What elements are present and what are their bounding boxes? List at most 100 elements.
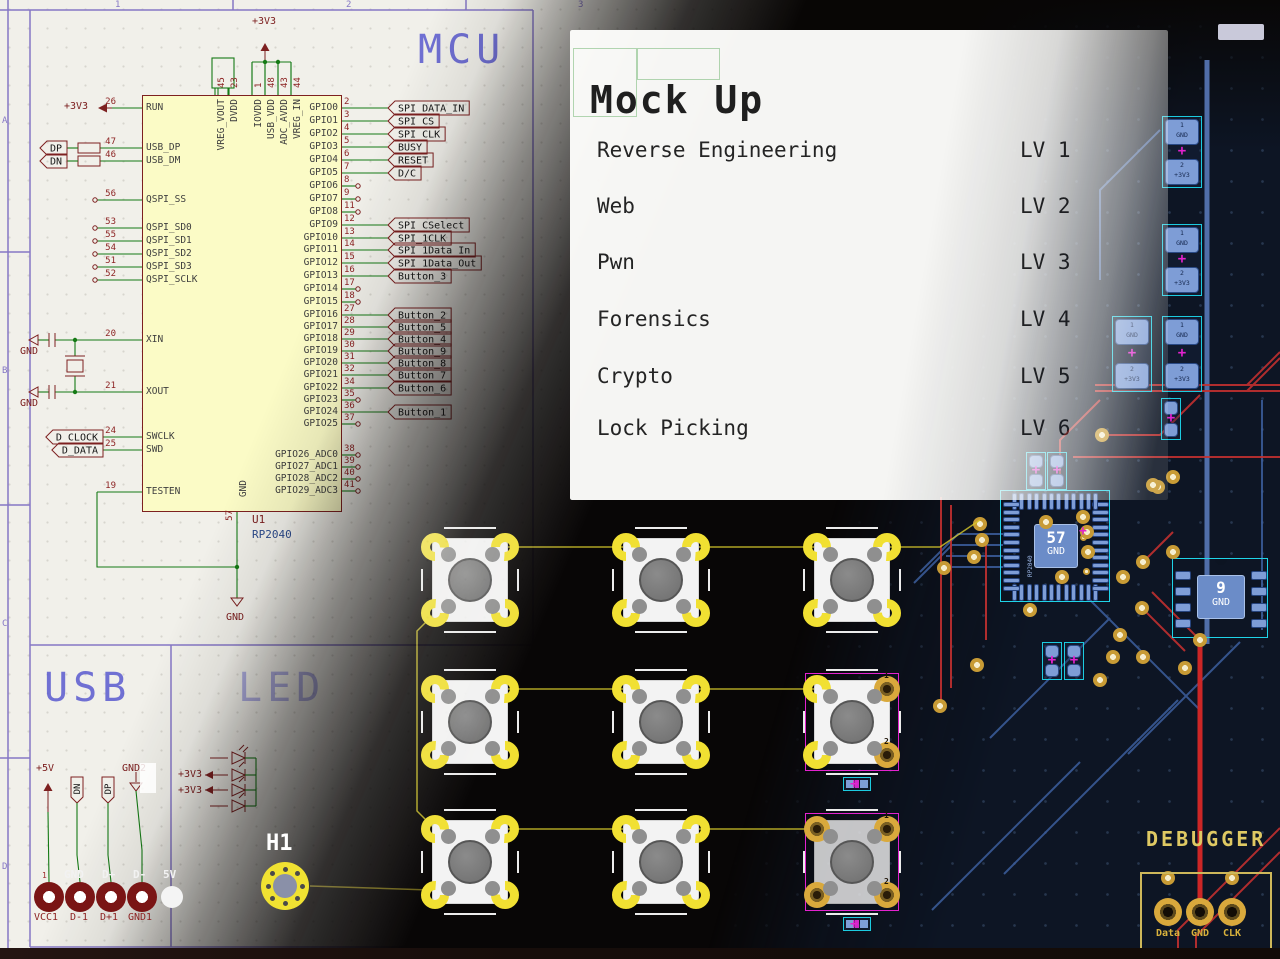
pin-number: 34 [344,377,355,387]
pin-name: GND [238,480,249,498]
pin-number: 15 [344,252,355,262]
sheet-col-label: 2 [346,0,352,10]
pin-number: 56 [105,189,116,199]
pin-name: GPIO15 [303,296,338,307]
front-text: 1 [42,871,47,880]
sheet-row-label: B [2,366,8,376]
pin-number: 1 [254,82,264,88]
challenge-item-1[interactable]: Reverse Engineering LV 1 [570,138,1168,167]
sheet-row-label: C [2,619,8,629]
pin-name: GPIO22 [303,382,338,393]
section-title-led: LED [238,665,326,711]
pin-number: 47 [105,137,116,147]
pin-name: GPIO25 [303,418,338,429]
svg-text:Button_3: Button_3 [398,272,446,283]
pin-name: GPIO19 [303,345,338,356]
pin-name: USB_VDD [266,99,277,140]
scrollbar-thumb[interactable] [1218,24,1264,40]
sch-text: +3V3 [64,101,89,112]
pin-name: GPIO23 [303,394,338,405]
pin-number: 21 [105,381,116,391]
pin-name: USB_DP [146,142,181,153]
pin-name: QSPI_SD1 [146,235,192,246]
pin-number: 2 [344,97,350,107]
pin-name: QSPI_SD0 [146,222,192,233]
challenge-level: LV 1 [1020,138,1071,162]
pin-name: GPIO14 [303,283,338,294]
mounting-hole-dot [294,895,300,901]
pin-number: 7 [344,162,350,172]
section-title-mcu: MCU [418,27,506,73]
challenge-name: Pwn [597,250,635,274]
pin-number: 24 [105,426,116,436]
pin-number: 37 [344,413,355,423]
pin-number: 53 [105,217,116,227]
svg-text:DN: DN [50,157,62,168]
svg-text:D/C: D/C [398,169,416,180]
challenge-level: LV 3 [1020,250,1071,274]
pin-name: XIN [146,334,164,345]
pin-number: 39 [344,456,355,466]
sheet-row-label: A [2,116,8,126]
svg-text:SPI_1Data_Out: SPI_1Data_Out [398,259,476,270]
sheet-col-label: 1 [115,0,121,10]
svg-text:SPI_CLK: SPI_CLK [398,130,440,141]
svg-text:Button_7: Button_7 [398,371,446,382]
challenge-name: Reverse Engineering [597,138,838,162]
pin-name: GPIO13 [303,270,338,281]
challenge-item-3[interactable]: Pwn LV 3 [570,250,1168,279]
svg-text:D_CLOCK: D_CLOCK [56,433,98,444]
pin-number: 3 [344,110,350,120]
pin-name: GPIO18 [303,333,338,344]
sch-text: +5V [36,763,55,774]
front-text: H1 [266,831,293,856]
pin-number: 5 [344,136,350,146]
pin-name: GPIO21 [303,369,338,380]
svg-text:Button_4: Button_4 [398,335,446,346]
challenge-item-5[interactable]: Crypto LV 5 [570,364,1168,393]
pin-number: 29 [344,328,355,338]
svg-text:DN: DN [73,784,83,795]
card-title: Mock Up [590,78,765,122]
bottom-bar [0,948,1280,959]
pin-name: VREG_VOUT [216,99,227,151]
challenge-name: Crypto [597,364,673,388]
pin-name: GPIO27_ADC1 [275,461,338,472]
pin-number: 52 [105,269,116,279]
svg-text:Button_1: Button_1 [398,408,446,419]
pin-name: GPIO16 [303,309,338,320]
front-text: GND [64,868,84,881]
pin-number: 43 [280,77,290,88]
pin-name: QSPI_SS [146,194,187,205]
pin-number: 26 [105,97,116,107]
svg-text:SPI_DATA_IN: SPI_DATA_IN [398,104,464,115]
pin-name: GPIO9 [309,219,338,230]
pin-number: 40 [344,468,355,478]
highlight-blob [140,763,156,793]
pin-number: 36 [344,401,355,411]
challenge-item-4[interactable]: Forensics LV 4 [570,307,1168,336]
pin-name: RUN [146,102,164,113]
pin-name: GPIO12 [303,257,338,268]
pin-number: 17 [344,278,355,288]
front-text: VCC1 [34,912,59,923]
mounting-hole-dot [299,883,305,889]
pin-name: GPIO20 [303,357,338,368]
front-text: D- [133,868,147,881]
pin-name: QSPI_SD2 [146,248,192,259]
pin-number: 28 [344,316,355,326]
pin-number: 9 [344,188,350,198]
mockup-card: Mock Up Reverse Engineering LV 1 Web LV 2 Pw… [570,30,1168,500]
pin-number: 6 [344,149,350,159]
pin-name: GPIO26_ADC0 [275,449,338,460]
challenge-item-6[interactable]: Lock Picking LV 6 [570,416,1168,445]
front-text: GND1 [128,912,153,923]
svg-text:Button_5: Button_5 [398,323,446,334]
pin-number: 20 [105,329,116,339]
sch-text: GND [20,398,39,409]
usb-pad [161,886,183,908]
usb-pad [96,882,126,912]
pin-name: SWCLK [146,431,175,442]
pin-number: 23 [230,77,240,88]
challenge-item-2[interactable]: Web LV 2 [570,194,1168,223]
